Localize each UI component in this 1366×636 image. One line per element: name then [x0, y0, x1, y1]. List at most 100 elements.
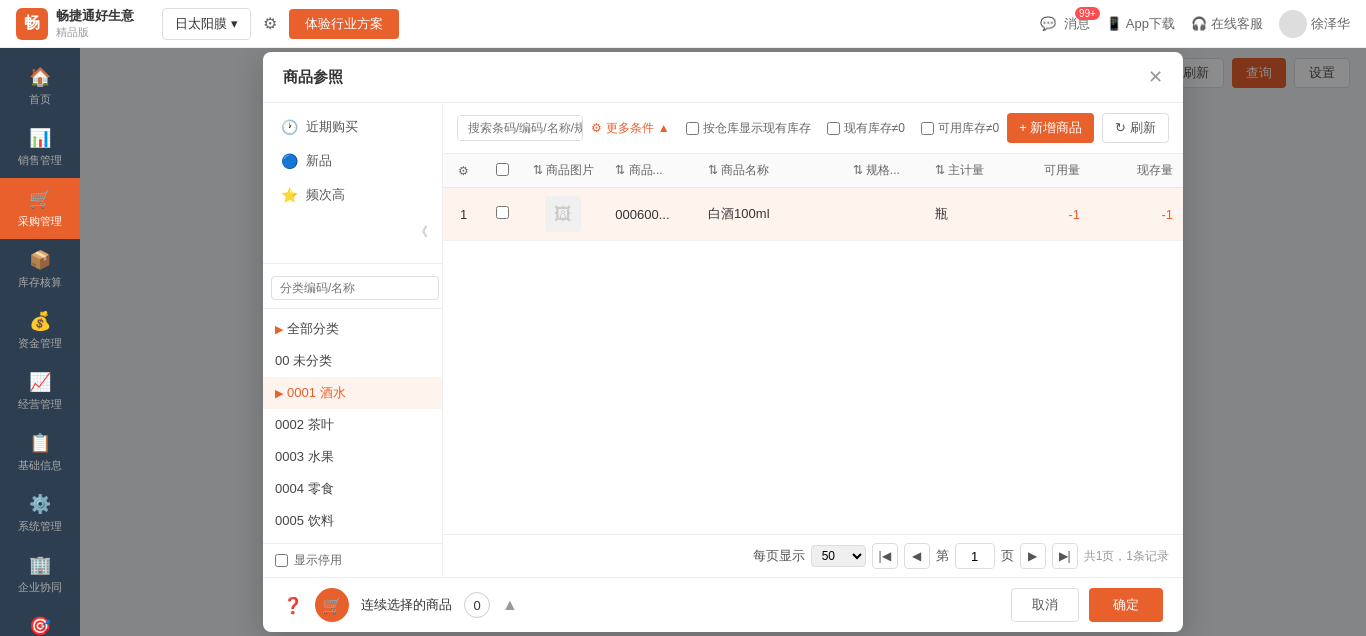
- cat-label-0004: 0004 零食: [275, 480, 334, 498]
- row-avail: -1: [997, 188, 1090, 241]
- row-spec: [843, 188, 926, 241]
- cat-label-0001: 0001 酒水: [287, 384, 346, 402]
- messages-badge[interactable]: 💬 99+ 消息: [1040, 15, 1090, 33]
- category-search-input[interactable]: [271, 276, 439, 300]
- per-page-label: 每页显示: [753, 547, 805, 565]
- col-header-code: ⇅ 商品...: [605, 154, 698, 188]
- select-all-checkbox[interactable]: [496, 163, 509, 176]
- action-buttons: + 新增商品 ↻ 刷新: [1007, 113, 1169, 143]
- row-image: 🖼: [521, 188, 605, 241]
- col-header-image: ⇅ 商品图片: [521, 154, 605, 188]
- navbar: 畅 畅捷通好生意 精品版 日太阳膜 ▾ ⚙ 体验行业方案 💬 99+ 消息 📱 …: [0, 0, 1366, 48]
- more-filters-button[interactable]: ⚙ 更多条件 ▲: [591, 120, 670, 137]
- app-download-link[interactable]: 📱 App下载: [1106, 15, 1175, 33]
- cat-item-0001[interactable]: ▶ 0001 酒水: [263, 377, 442, 409]
- sidebar-item-inventory[interactable]: 📦 库存核算: [0, 239, 80, 300]
- tab-recent-purchase[interactable]: 🕐 近期购买: [271, 111, 434, 143]
- avatar: [1279, 10, 1307, 38]
- page-input[interactable]: [955, 543, 995, 569]
- cat-item-0005[interactable]: 0005 饮料: [263, 505, 442, 537]
- nav-right: 💬 99+ 消息 📱 App下载 🎧 在线客服 徐泽华: [1040, 10, 1350, 38]
- page-last-button[interactable]: ▶|: [1052, 543, 1078, 569]
- collapse-footer-icon[interactable]: ▲: [502, 596, 518, 614]
- confirm-button[interactable]: 确定: [1089, 588, 1163, 622]
- modal-close-button[interactable]: ✕: [1148, 66, 1163, 88]
- cancel-button[interactable]: 取消: [1011, 588, 1079, 622]
- customer-service-link[interactable]: 🎧 在线客服: [1191, 15, 1263, 33]
- filter-icon: ⚙: [591, 121, 602, 135]
- logo-line2: 精品版: [56, 25, 134, 40]
- current-stock-checkbox[interactable]: [827, 122, 840, 135]
- available-stock-checkbox[interactable]: [921, 122, 934, 135]
- sidebar-item-home[interactable]: 🏠 首页: [0, 56, 80, 117]
- nav-trial-button[interactable]: 体验行业方案: [289, 9, 399, 39]
- col-checkbox: [484, 154, 521, 188]
- col-settings[interactable]: ⚙: [443, 154, 484, 188]
- show-disabled-checkbox[interactable]: [275, 554, 288, 567]
- row-stock: -1: [1090, 188, 1183, 241]
- high-frequency-label: 频次高: [306, 186, 345, 204]
- sidebar-label-home: 首页: [29, 92, 51, 107]
- logo-line1: 畅捷通好生意: [56, 7, 134, 25]
- col-header-name: ⇅ 商品名称: [698, 154, 842, 188]
- sidebar-item-guide[interactable]: 🎯 新手引导: [0, 605, 80, 636]
- left-panel: 🕐 近期购买 🔵 新品 ⭐ 频次高: [263, 103, 443, 577]
- row-checkbox-1[interactable]: [496, 206, 509, 219]
- cat-label-0005: 0005 饮料: [275, 512, 334, 530]
- sidebar: 🏠 首页 📊 销售管理 🛒 采购管理 📦 库存核算 💰 资金管理 📈 经营管理 …: [0, 48, 80, 636]
- product-search-input[interactable]: [458, 116, 583, 140]
- page-prev-button[interactable]: ◀: [904, 543, 930, 569]
- gear-icon[interactable]: ⚙: [263, 14, 277, 33]
- logo-icon: 畅: [16, 8, 48, 40]
- main-area: ↻ 刷新 查询 设置 商品参照 ✕: [80, 48, 1366, 636]
- cat-label-all: 全部分类: [287, 320, 339, 338]
- system-icon: ⚙️: [29, 493, 51, 515]
- cat-item-00[interactable]: 00 未分类: [263, 345, 442, 377]
- help-icon[interactable]: ❓: [283, 596, 303, 615]
- warehouse-stock-label: 按仓库显示现有库存: [703, 120, 811, 137]
- table-row[interactable]: 1 🖼 000600...: [443, 188, 1183, 241]
- page-next-button[interactable]: ▶: [1020, 543, 1046, 569]
- sidebar-label-sales: 销售管理: [18, 153, 62, 168]
- refresh-button[interactable]: ↻ 刷新: [1102, 113, 1169, 143]
- modal-footer: ❓ 🛒 连续选择的商品 0 ▲ 取消 确定: [263, 577, 1183, 632]
- username-label: 徐泽华: [1311, 15, 1350, 33]
- per-page-select[interactable]: 50 100 200: [811, 545, 866, 567]
- cat-item-all[interactable]: ▶ 全部分类: [263, 313, 442, 345]
- sidebar-item-operations[interactable]: 📈 经营管理: [0, 361, 80, 422]
- filter-checkbox-1: 按仓库显示现有库存: [686, 120, 811, 137]
- inventory-icon: 📦: [29, 249, 51, 271]
- page-first-button[interactable]: |◀: [872, 543, 898, 569]
- sidebar-item-basic-info[interactable]: 📋 基础信息: [0, 422, 80, 483]
- sidebar-item-sales[interactable]: 📊 销售管理: [0, 117, 80, 178]
- user-avatar[interactable]: 徐泽华: [1279, 10, 1350, 38]
- cat-item-0002[interactable]: 0002 茶叶: [263, 409, 442, 441]
- recent-purchase-label: 近期购买: [306, 118, 358, 136]
- basic-info-icon: 📋: [29, 432, 51, 454]
- table-header-row: ⚙ ⇅ 商品图片 ⇅ 商品...: [443, 154, 1183, 188]
- cat-item-0003[interactable]: 0003 水果: [263, 441, 442, 473]
- cat-label-0002: 0002 茶叶: [275, 416, 334, 434]
- logo-area: 畅 畅捷通好生意 精品版: [16, 7, 134, 40]
- row-unit: 瓶: [925, 188, 997, 241]
- logo-text: 畅捷通好生意 精品版: [56, 7, 134, 40]
- sidebar-item-corp[interactable]: 🏢 企业协同: [0, 544, 80, 605]
- sidebar-label-basic-info: 基础信息: [18, 458, 62, 473]
- cat-item-0004[interactable]: 0004 零食: [263, 473, 442, 505]
- operations-icon: 📈: [29, 371, 51, 393]
- add-product-button[interactable]: + 新增商品: [1007, 113, 1094, 143]
- warehouse-stock-checkbox[interactable]: [686, 122, 699, 135]
- sidebar-label-finance: 资金管理: [18, 336, 62, 351]
- tab-high-frequency[interactable]: ⭐ 频次高: [271, 179, 434, 211]
- nav-dropdown[interactable]: 日太阳膜 ▾: [162, 8, 251, 40]
- sidebar-item-finance[interactable]: 💰 资金管理: [0, 300, 80, 361]
- page-info: 共1页，1条记录: [1084, 548, 1169, 565]
- collapse-left-button[interactable]: 《: [409, 217, 434, 247]
- new-products-label: 新品: [306, 152, 332, 170]
- sidebar-item-system[interactable]: ⚙️ 系统管理: [0, 483, 80, 544]
- right-panel: 🔍 ⚙ 更多条件 ▲ 按仓库显示现有库存: [443, 103, 1183, 577]
- tab-new-products[interactable]: 🔵 新品: [271, 145, 434, 177]
- cart-button[interactable]: 🛒: [315, 588, 349, 622]
- new-products-icon: 🔵: [281, 153, 298, 169]
- sidebar-item-purchase[interactable]: 🛒 采购管理: [0, 178, 80, 239]
